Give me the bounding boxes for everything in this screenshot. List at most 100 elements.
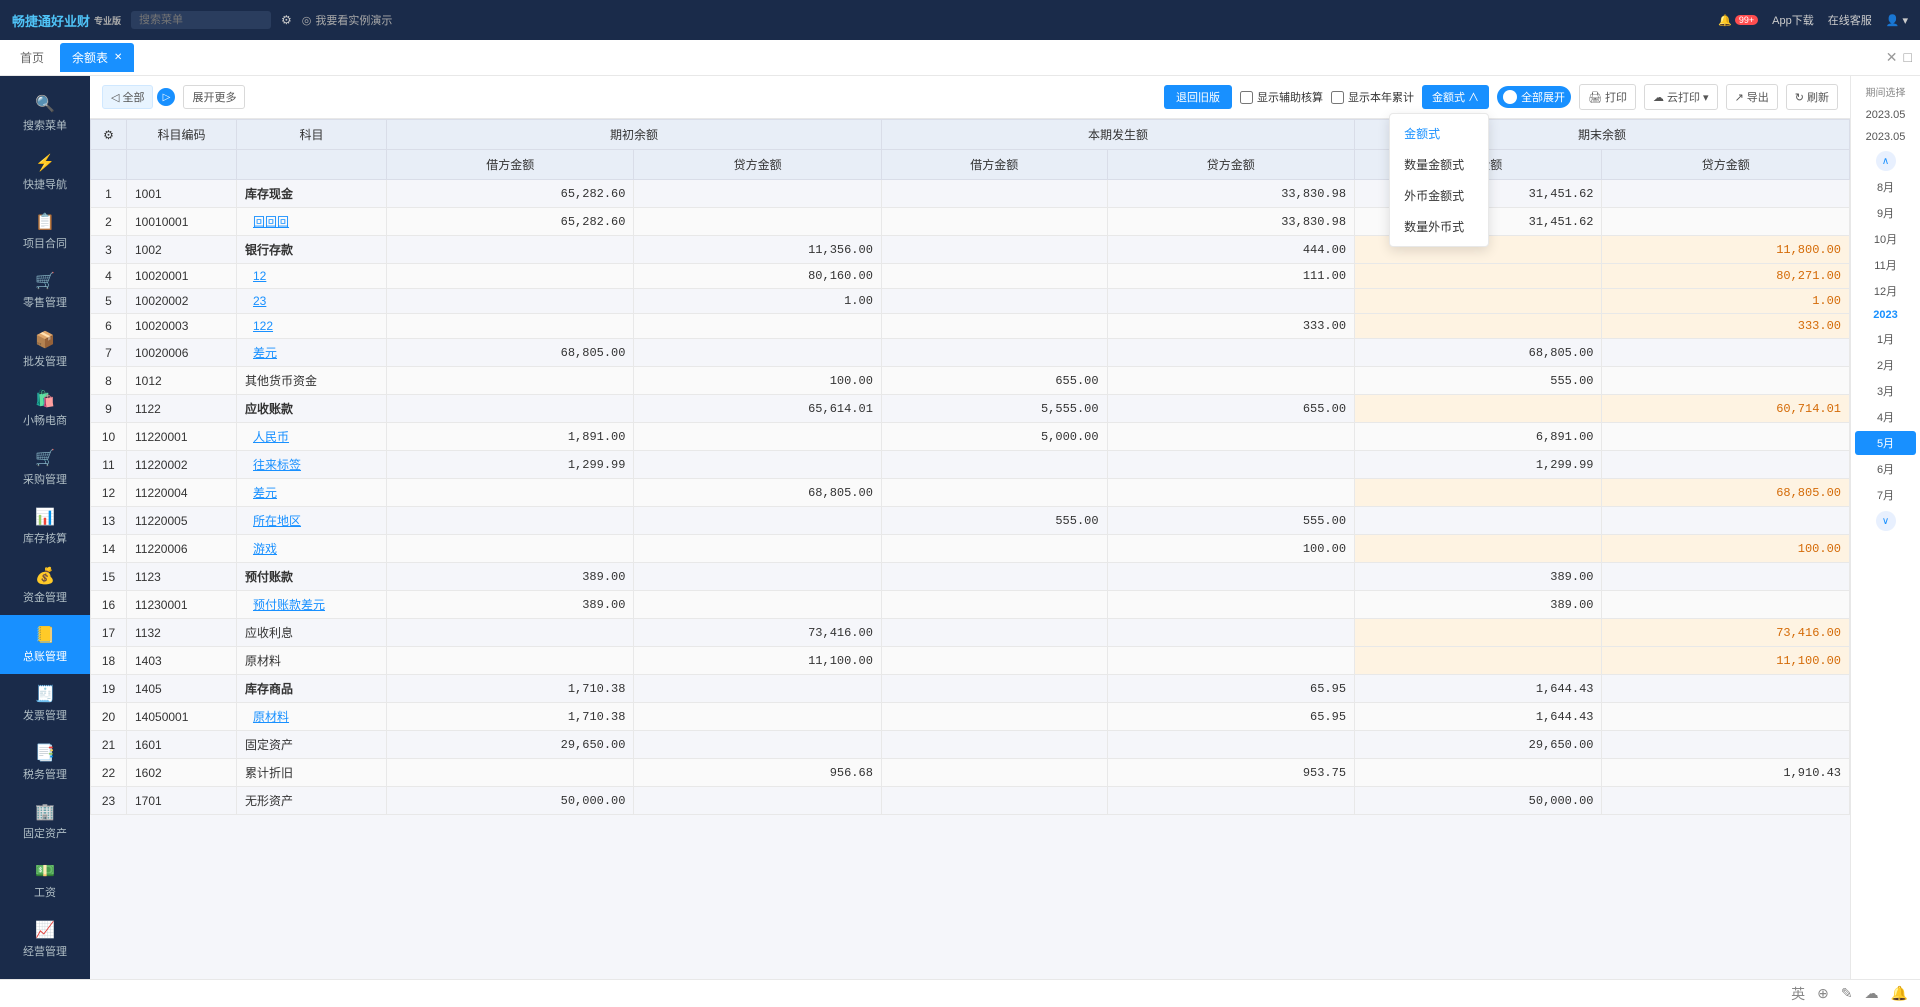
sidebar-item-quick-nav[interactable]: ⚡ 快捷导航 (0, 143, 90, 202)
account-code-cell: 11230001 (127, 591, 237, 619)
close-credit-header: 贷方金额 (1602, 150, 1850, 180)
sidebar-item-operations[interactable]: 📈 经营管理 (0, 910, 90, 969)
back-old-version-btn[interactable]: 退回旧版 (1164, 85, 1232, 109)
tab-balance-sheet[interactable]: 余额表 ✕ (60, 43, 134, 72)
format-option-foreign-amount[interactable]: 外币金额式 (1390, 180, 1488, 211)
edit-icon[interactable]: ✎ (1841, 985, 1853, 1002)
period-4[interactable]: 4月 (1855, 405, 1916, 429)
notification-btn[interactable]: 🔔 99+ (1718, 14, 1758, 27)
settings-icon[interactable]: ⚙ (281, 13, 292, 27)
sidebar-item-ledger[interactable]: 📒 总账管理 (0, 615, 90, 674)
sidebar-item-purchase[interactable]: 🛒 采购管理 (0, 438, 90, 497)
account-link[interactable]: 往来标签 (253, 458, 301, 472)
settings-col-header[interactable]: ⚙ (91, 120, 127, 150)
account-name-cell[interactable]: 游戏 (237, 535, 387, 563)
sidebar-item-search[interactable]: 🔍 搜索菜单 (0, 84, 90, 143)
nav-forward-btn[interactable]: ▷ (157, 88, 175, 106)
sidebar-item-inventory[interactable]: 📊 库存核算 (0, 497, 90, 556)
account-name-cell[interactable]: 12 (237, 264, 387, 289)
online-service-btn[interactable]: 在线客服 (1828, 12, 1872, 28)
account-name-cell[interactable]: 122 (237, 314, 387, 339)
period-collapse-up[interactable]: ∧ (1876, 151, 1896, 171)
account-link[interactable]: 预付账款差元 (253, 598, 325, 612)
format-option-qty-amount[interactable]: 数量金额式 (1390, 149, 1488, 180)
sidebar-item-tax[interactable]: 📑 税务管理 (0, 733, 90, 792)
sidebar-item-wholesale[interactable]: 📦 批发管理 (0, 320, 90, 379)
account-name-cell[interactable]: 回回回 (237, 208, 387, 236)
show-assist-checkbox[interactable]: 显示辅助核算 (1240, 89, 1323, 105)
sidebar-item-salary-label: 工资 (34, 884, 56, 900)
toolbar: ◁ 全部 ▷ 展开更多 退回旧版 显示辅助核算 显示本年累计 金额式 ∧ (90, 76, 1850, 119)
assist-checkbox-input[interactable] (1240, 91, 1253, 104)
expand-more-btn[interactable]: 展开更多 (183, 85, 245, 109)
format-option-amount[interactable]: 金额式 (1390, 118, 1488, 149)
cloud-sync-icon[interactable]: ☁ (1865, 985, 1879, 1002)
invoice-icon: 🧾 (35, 684, 55, 704)
period-8[interactable]: 8月 (1855, 175, 1916, 199)
export-btn[interactable]: ↗ 导出 (1726, 84, 1778, 110)
show-ytd-checkbox[interactable]: 显示本年累计 (1331, 89, 1414, 105)
account-name-cell[interactable]: 人民币 (237, 423, 387, 451)
global-icon[interactable]: ⊕ (1817, 985, 1829, 1002)
tab-close-icon[interactable]: ✕ (114, 52, 122, 63)
cloud-print-btn[interactable]: ☁ 云打印 ▾ (1644, 84, 1718, 110)
alert-icon[interactable]: 🔔 (1891, 985, 1908, 1002)
sidebar-item-reimbursement[interactable]: 💳 小畅报销 (0, 969, 90, 979)
period-3[interactable]: 3月 (1855, 379, 1916, 403)
account-name-cell[interactable]: 差元 (237, 339, 387, 367)
refresh-btn[interactable]: ↻ 刷新 (1786, 84, 1838, 110)
account-link[interactable]: 游戏 (253, 542, 277, 556)
sidebar-item-retail[interactable]: 🛒 零售管理 (0, 261, 90, 320)
period-1[interactable]: 1月 (1855, 327, 1916, 351)
format-option-qty-foreign[interactable]: 数量外币式 (1390, 211, 1488, 242)
sidebar-item-project[interactable]: 📋 项目合同 (0, 202, 90, 261)
account-link[interactable]: 12 (253, 269, 266, 283)
close-credit-cell (1602, 731, 1850, 759)
sidebar-item-salary[interactable]: 💵 工资 (0, 851, 90, 910)
global-search-input[interactable] (131, 11, 271, 29)
period-5[interactable]: 5月 (1855, 431, 1916, 455)
account-link[interactable]: 23 (253, 294, 266, 308)
sidebar-item-assets[interactable]: 🏢 固定资产 (0, 792, 90, 851)
period-collapse-down[interactable]: ∨ (1876, 511, 1896, 531)
account-name-cell[interactable]: 23 (237, 289, 387, 314)
account-name-cell[interactable]: 预付账款差元 (237, 591, 387, 619)
sidebar-item-ecommerce-label: 小畅电商 (23, 412, 67, 428)
sidebar-item-funds[interactable]: 💰 资金管理 (0, 556, 90, 615)
account-link[interactable]: 回回回 (253, 215, 289, 229)
sidebar-item-ecommerce[interactable]: 🛍️ 小畅电商 (0, 379, 90, 438)
user-avatar[interactable]: 👤 ▾ (1886, 14, 1908, 27)
account-name-cell[interactable]: 原材料 (237, 703, 387, 731)
period-12[interactable]: 12月 (1855, 279, 1916, 303)
account-link[interactable]: 差元 (253, 346, 277, 360)
lang-btn[interactable]: 英 (1791, 984, 1805, 1004)
all-nav-btn[interactable]: ◁ 全部 (102, 85, 153, 109)
period-10[interactable]: 10月 (1855, 227, 1916, 251)
period-9[interactable]: 9月 (1855, 201, 1916, 225)
account-name-cell[interactable]: 所在地区 (237, 507, 387, 535)
demo-link[interactable]: ◎ 我要看实例演示 (302, 12, 393, 28)
account-name-cell[interactable]: 往来标签 (237, 451, 387, 479)
tab-home[interactable]: 首页 (8, 43, 56, 72)
period-7[interactable]: 7月 (1855, 483, 1916, 507)
print-btn[interactable]: 🖨 打印 (1579, 84, 1636, 110)
format-dropdown-btn[interactable]: 金额式 ∧ (1422, 85, 1489, 109)
close-credit-cell: 80,271.00 (1602, 264, 1850, 289)
app-download-btn[interactable]: App下载 (1772, 12, 1814, 28)
tab-close-all-icon[interactable]: ✕ (1886, 49, 1898, 66)
expand-all-toggle[interactable]: 全部展开 (1497, 86, 1571, 108)
account-link[interactable]: 122 (253, 319, 273, 333)
period-2[interactable]: 2月 (1855, 353, 1916, 377)
ytd-checkbox-input[interactable] (1331, 91, 1344, 104)
account-name-cell[interactable]: 差元 (237, 479, 387, 507)
period-2023-05-1[interactable]: 2023.05 (1855, 105, 1916, 125)
period-6[interactable]: 6月 (1855, 457, 1916, 481)
account-link[interactable]: 差元 (253, 486, 277, 500)
tab-max-icon[interactable]: □ (1904, 49, 1912, 66)
sidebar-item-invoice[interactable]: 🧾 发票管理 (0, 674, 90, 733)
account-link[interactable]: 所在地区 (253, 514, 301, 528)
period-2023-05-2[interactable]: 2023.05 (1855, 127, 1916, 147)
account-link[interactable]: 人民币 (253, 430, 289, 444)
account-link[interactable]: 原材料 (253, 710, 289, 724)
period-11[interactable]: 11月 (1855, 253, 1916, 277)
